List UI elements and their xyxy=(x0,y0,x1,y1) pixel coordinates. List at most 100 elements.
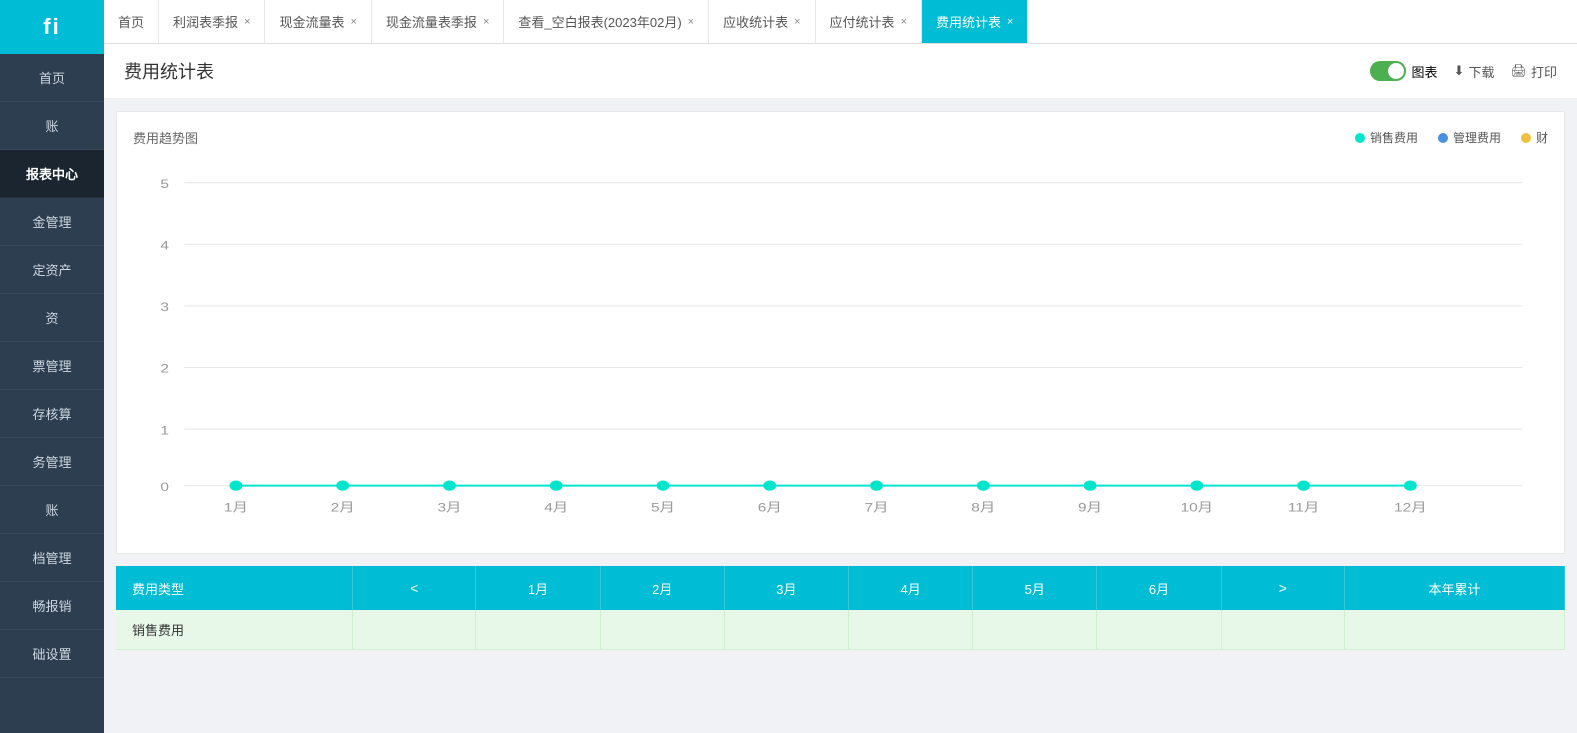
tab-receivable-close[interactable]: × xyxy=(794,16,800,28)
content-area: 费用统计表 图表 ⬇ 下载 🖨 打印 费用趋势图 xyxy=(104,44,1577,733)
sidebar-item-payable[interactable]: 账 xyxy=(0,486,104,534)
svg-text:0: 0 xyxy=(160,479,169,493)
tab-cashflow-label: 现金流量表 xyxy=(279,12,344,31)
tab-cashflow-q-close[interactable]: × xyxy=(483,16,489,28)
tab-cashflow-q[interactable]: 现金流量表季报 × xyxy=(372,0,504,44)
col-type: 费用类型 xyxy=(116,566,352,610)
legend-admin-label: 管理费用 xyxy=(1453,129,1501,146)
svg-text:6月: 6月 xyxy=(758,500,782,514)
chart-toggle-wrap: 图表 xyxy=(1370,61,1438,81)
tab-expense[interactable]: 费用统计表 × xyxy=(922,0,1028,44)
svg-text:2月: 2月 xyxy=(331,500,355,514)
col-month4: 4月 xyxy=(849,566,973,610)
col-month6: 6月 xyxy=(1097,566,1221,610)
sidebar-item-home[interactable]: 首页 xyxy=(0,54,104,102)
legend-sales-dot xyxy=(1355,133,1365,143)
col-month2: 2月 xyxy=(600,566,724,610)
tab-profit-close[interactable]: × xyxy=(244,16,250,28)
sidebar-item-tickets[interactable]: 票管理 xyxy=(0,342,104,390)
sidebar-item-sales[interactable]: 畅报销 xyxy=(0,582,104,630)
svg-text:4月: 4月 xyxy=(544,500,568,514)
legend-sales-label: 销售费用 xyxy=(1370,129,1418,146)
tab-blank-report-close[interactable]: × xyxy=(688,16,694,28)
header-actions: 图表 ⬇ 下载 🖨 打印 xyxy=(1370,61,1557,81)
svg-text:8月: 8月 xyxy=(971,500,995,514)
download-button[interactable]: ⬇ 下载 xyxy=(1454,62,1495,81)
row-val-1 xyxy=(476,610,600,650)
svg-text:9月: 9月 xyxy=(1078,500,1102,514)
main-area: 首页 利润表季报 × 现金流量表 × 现金流量表季报 × 查看_空白报表(202… xyxy=(104,0,1577,733)
row-val-nav xyxy=(352,610,475,650)
row-val-5 xyxy=(973,610,1097,650)
tab-cashflow[interactable]: 现金流量表 × xyxy=(265,0,371,44)
chart-legend: 销售费用 管理费用 财 xyxy=(1355,129,1548,146)
legend-sales: 销售费用 xyxy=(1355,129,1418,146)
table-row: 销售费用 xyxy=(116,610,1565,650)
tab-blank-report[interactable]: 查看_空白报表(2023年02月) × xyxy=(504,0,709,44)
print-button[interactable]: 🖨 打印 xyxy=(1510,62,1557,81)
table-header-row: 费用类型 < 1月 2月 3月 4月 5月 6月 > 本年累计 xyxy=(116,566,1565,610)
download-icon: ⬇ xyxy=(1454,63,1465,79)
tab-blank-report-label: 查看_空白报表(2023年02月) xyxy=(518,12,681,31)
sidebar: fi 首页 账 报表中心 金管理 定资产 资 票管理 存核算 务管理 账 档管理… xyxy=(0,0,104,733)
table-section: 费用类型 < 1月 2月 3月 4月 5月 6月 > 本年累计 xyxy=(116,566,1565,650)
svg-text:2: 2 xyxy=(160,361,169,375)
sidebar-item-settings[interactable]: 础设置 xyxy=(0,630,104,678)
row-val-ytd xyxy=(1345,610,1565,650)
svg-text:1月: 1月 xyxy=(224,500,248,514)
prev-arrow-icon[interactable]: < xyxy=(404,578,424,598)
print-label: 打印 xyxy=(1531,62,1557,81)
legend-admin: 管理费用 xyxy=(1438,129,1501,146)
tab-home[interactable]: 首页 xyxy=(104,0,159,44)
sidebar-logo: fi xyxy=(0,0,104,54)
next-arrow-icon[interactable]: > xyxy=(1273,578,1293,598)
col-month5: 5月 xyxy=(973,566,1097,610)
tab-cashflow-close[interactable]: × xyxy=(350,16,356,28)
col-nav-prev[interactable]: < xyxy=(352,566,475,610)
svg-text:5月: 5月 xyxy=(651,500,675,514)
page-header: 费用统计表 图表 ⬇ 下载 🖨 打印 xyxy=(104,44,1577,99)
tab-receivable[interactable]: 应收统计表 × xyxy=(709,0,815,44)
svg-text:1: 1 xyxy=(160,423,169,437)
col-nav-next[interactable]: > xyxy=(1221,566,1344,610)
tab-expense-label: 费用统计表 xyxy=(936,12,1001,31)
svg-text:4: 4 xyxy=(160,238,169,252)
sidebar-item-reports[interactable]: 报表中心 xyxy=(0,150,104,198)
chart-toggle[interactable] xyxy=(1370,61,1406,81)
tab-payable-stat-close[interactable]: × xyxy=(901,16,907,28)
expense-table: 费用类型 < 1月 2月 3月 4月 5月 6月 > 本年累计 xyxy=(116,566,1565,650)
sidebar-item-archive[interactable]: 档管理 xyxy=(0,534,104,582)
svg-text:7月: 7月 xyxy=(865,500,889,514)
row-val-4 xyxy=(849,610,973,650)
chart-header: 费用趋势图 销售费用 管理费用 财 xyxy=(133,128,1548,147)
sidebar-item-assets[interactable]: 定资产 xyxy=(0,246,104,294)
chart-toggle-label: 图表 xyxy=(1412,62,1438,81)
sidebar-item-inventory[interactable]: 存核算 xyxy=(0,390,104,438)
page-title: 费用统计表 xyxy=(124,58,214,84)
legend-finance-dot xyxy=(1521,133,1531,143)
svg-text:3: 3 xyxy=(160,300,169,314)
tab-profit-label: 利润表季报 xyxy=(173,12,238,31)
tabs-bar: 首页 利润表季报 × 现金流量表 × 现金流量表季报 × 查看_空白报表(202… xyxy=(104,0,1577,44)
tab-receivable-label: 应收统计表 xyxy=(723,12,788,31)
row-val-nav2 xyxy=(1221,610,1344,650)
row-val-3 xyxy=(724,610,848,650)
svg-text:10月: 10月 xyxy=(1181,500,1214,514)
svg-text:11月: 11月 xyxy=(1288,500,1319,514)
sidebar-item-account[interactable]: 账 xyxy=(0,102,104,150)
sidebar-item-investment[interactable]: 资 xyxy=(0,294,104,342)
tab-payable-stat[interactable]: 应付统计表 × xyxy=(816,0,922,44)
chart-title: 费用趋势图 xyxy=(133,128,198,147)
tab-payable-stat-label: 应付统计表 xyxy=(830,12,895,31)
col-month1: 1月 xyxy=(476,566,600,610)
svg-text:12月: 12月 xyxy=(1394,500,1427,514)
legend-finance: 财 xyxy=(1521,129,1548,146)
col-month3: 3月 xyxy=(724,566,848,610)
chart-area: 5 4 3 2 1 0 xyxy=(133,157,1548,537)
sidebar-item-fund[interactable]: 金管理 xyxy=(0,198,104,246)
sidebar-item-business[interactable]: 务管理 xyxy=(0,438,104,486)
row-val-2 xyxy=(600,610,724,650)
print-icon: 🖨 xyxy=(1510,63,1527,79)
tab-profit[interactable]: 利润表季报 × xyxy=(159,0,265,44)
tab-expense-close[interactable]: × xyxy=(1007,16,1013,28)
